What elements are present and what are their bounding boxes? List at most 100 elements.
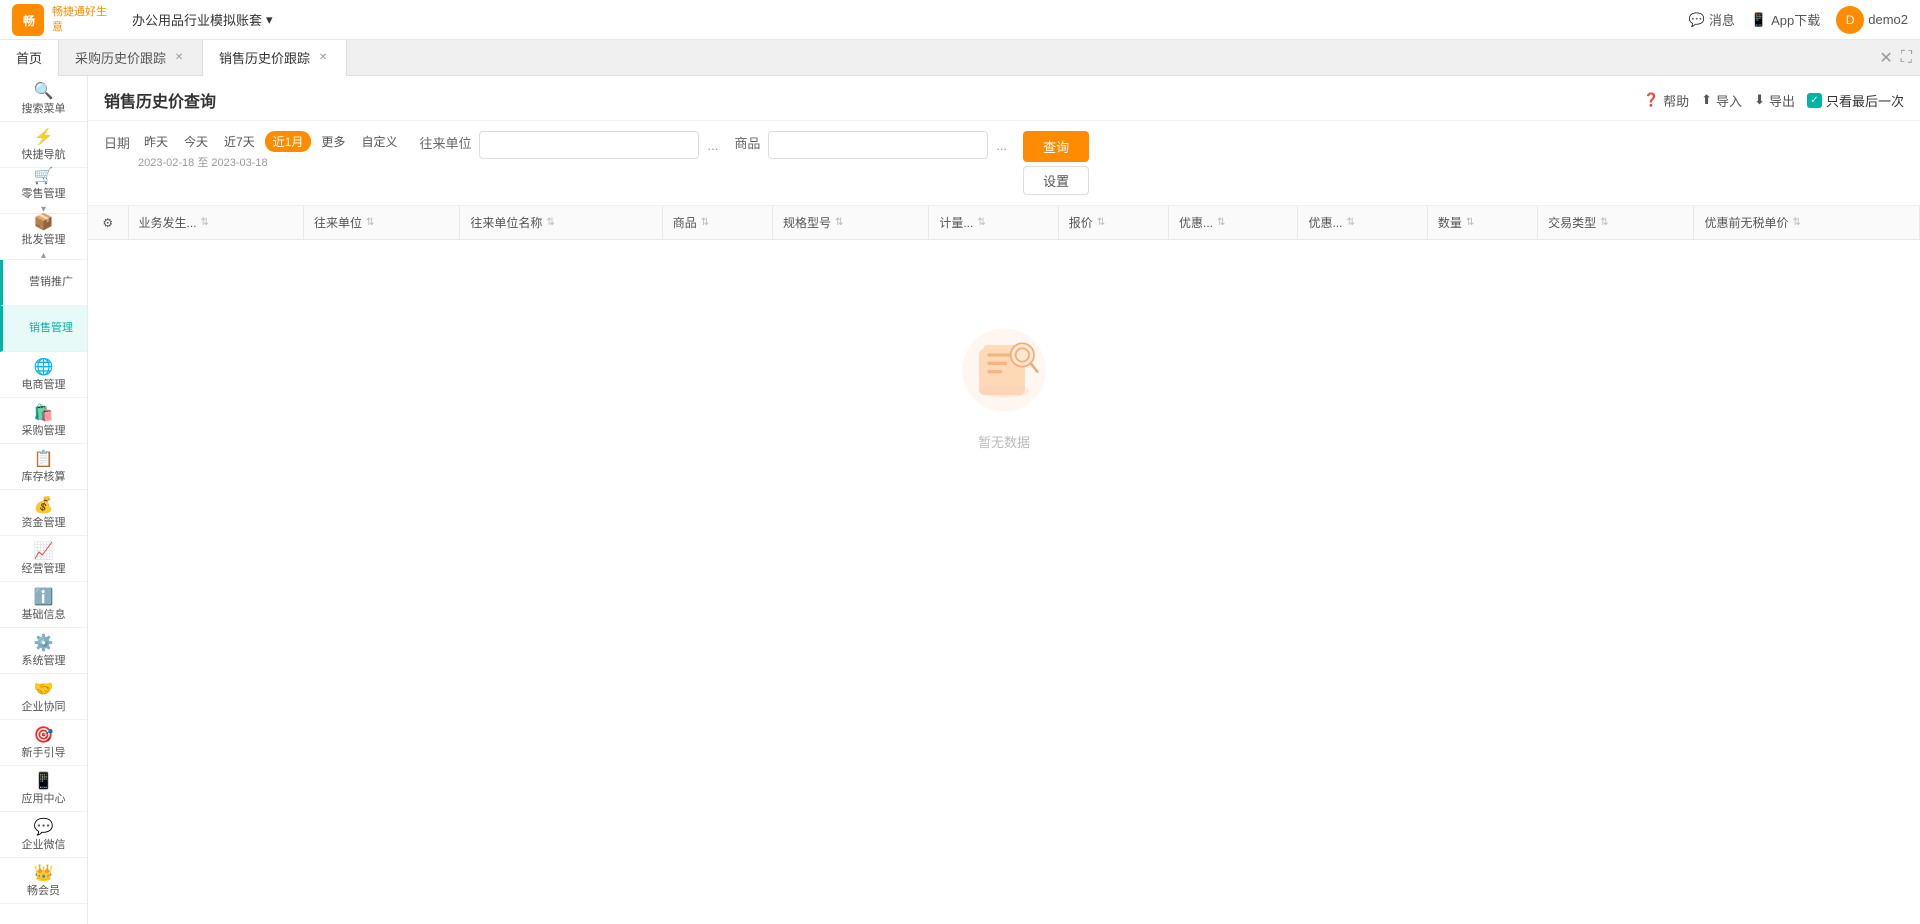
th-quantity[interactable]: 数量 ⇅ bbox=[1427, 206, 1537, 240]
filter-btn-more[interactable]: 更多 bbox=[315, 131, 351, 152]
only-last-checkbox-area[interactable]: ✓ 只看最后一次 bbox=[1807, 91, 1904, 110]
sidebar-item-search-menu[interactable]: 🔍 搜索菜单 bbox=[0, 76, 87, 122]
table-container: ⚙ 业务发生... ⇅ 往来单位 ⇅ bbox=[88, 206, 1920, 924]
main-layout: 🔍 搜索菜单 ⚡ 快捷导航 🛒 零售管理 ▾ 📦 批发管理 ▴ 营销推广 销售管… bbox=[0, 76, 1920, 924]
tab-sales-history[interactable]: 销售历史价跟踪 ✕ bbox=[203, 40, 347, 76]
svg-text:畅: 畅 bbox=[23, 13, 35, 28]
help-btn[interactable]: ❓ 帮助 bbox=[1643, 91, 1689, 110]
basic-info-icon: ℹ️ bbox=[34, 587, 54, 607]
purchase-icon: 🛍️ bbox=[34, 403, 54, 423]
date-filter-options: 昨天 今天 近7天 近1月 更多 自定义 2023-02-18 至 2023-0… bbox=[138, 131, 403, 170]
sort-icon-partner-name: ⇅ bbox=[546, 217, 554, 228]
operation-icon: 📈 bbox=[34, 541, 54, 561]
app-download-btn[interactable]: 📱 App下载 bbox=[1751, 10, 1820, 29]
tab-bar-right: ✕ ⛶ bbox=[1879, 48, 1920, 68]
only-last-checkbox[interactable]: ✓ bbox=[1807, 93, 1822, 108]
ecommerce-icon: 🌐 bbox=[34, 357, 54, 377]
message-btn[interactable]: 💬 消息 bbox=[1689, 10, 1735, 29]
message-icon: 💬 bbox=[1689, 12, 1705, 28]
product-filter-label: 商品 bbox=[734, 131, 760, 152]
query-button[interactable]: 查询 bbox=[1023, 131, 1089, 162]
import-btn[interactable]: ⬆ 导入 bbox=[1701, 91, 1742, 110]
close-all-tabs-btn[interactable]: ✕ bbox=[1879, 48, 1892, 68]
sidebar-item-new-guide[interactable]: 🎯 新手引导 bbox=[0, 720, 87, 766]
sidebar-item-enterprise-agree[interactable]: 🤝 企业协同 bbox=[0, 674, 87, 720]
th-partner-name[interactable]: 往来单位名称 ⇅ bbox=[460, 206, 662, 240]
partner-input-group: ... bbox=[479, 131, 718, 159]
sales-history-close-icon[interactable]: ✕ bbox=[316, 51, 330, 65]
inventory-icon: 📋 bbox=[34, 449, 54, 469]
sidebar-item-quick-nav[interactable]: ⚡ 快捷导航 bbox=[0, 122, 87, 168]
filter-btn-7days[interactable]: 近7天 bbox=[218, 131, 261, 152]
company-dropdown[interactable]: 办公用品行业模拟账套 ▾ bbox=[132, 10, 273, 29]
sidebar-item-wholesale-mgmt[interactable]: 📦 批发管理 ▴ bbox=[0, 214, 87, 260]
date-filter-label: 日期 bbox=[104, 131, 130, 152]
header-row: ⚙ 业务发生... ⇅ 往来单位 ⇅ bbox=[88, 206, 1920, 240]
sales-history-label: 销售历史价跟踪 bbox=[219, 48, 310, 67]
product-dots: ... bbox=[996, 138, 1007, 153]
sidebar-item-app-center[interactable]: 📱 应用中心 bbox=[0, 766, 87, 812]
sort-icon-quantity: ⇅ bbox=[1466, 217, 1474, 228]
content-area: 销售历史价查询 ❓ 帮助 ⬆ 导入 ⬇ 导出 ✓ 只看最后一次 bbox=[88, 76, 1920, 924]
sort-icon-discount1: ⇅ bbox=[1217, 217, 1225, 228]
sort-icon-trade-type: ⇅ bbox=[1600, 217, 1608, 228]
sidebar-item-sales-mgmt[interactable]: 销售管理 bbox=[0, 306, 87, 352]
guide-icon: 🎯 bbox=[34, 725, 54, 745]
header-right: 💬 消息 📱 App下载 D demo2 bbox=[1689, 6, 1908, 34]
quick-nav-icon: ⚡ bbox=[34, 127, 54, 147]
partner-dots: ... bbox=[707, 138, 718, 153]
sidebar-item-basic-info[interactable]: ℹ️ 基础信息 bbox=[0, 582, 87, 628]
sort-icon-quote: ⇅ bbox=[1097, 217, 1105, 228]
logo-area: 畅 畅捷通好生意 bbox=[12, 4, 112, 36]
wholesale-arrow-icon: ▴ bbox=[41, 250, 46, 261]
th-quote[interactable]: 报价 ⇅ bbox=[1058, 206, 1168, 240]
setting-button[interactable]: 设置 bbox=[1023, 166, 1089, 195]
sidebar-item-system-mgmt[interactable]: ⚙️ 系统管理 bbox=[0, 628, 87, 674]
th-pre-tax-price[interactable]: 优惠前无税单价 ⇅ bbox=[1694, 206, 1920, 240]
sidebar-item-vip-member[interactable]: 👑 畅会员 bbox=[0, 858, 87, 904]
filter-btn-yesterday[interactable]: 昨天 bbox=[138, 131, 174, 152]
header-center: 办公用品行业模拟账套 ▾ bbox=[112, 10, 1689, 29]
sidebar-item-enterprise-wechat[interactable]: 💬 企业微信 bbox=[0, 812, 87, 858]
sidebar-item-purchase-mgmt[interactable]: 🛍️ 采购管理 bbox=[0, 398, 87, 444]
sort-icon-spec: ⇅ bbox=[835, 217, 843, 228]
top-header: 畅 畅捷通好生意 办公用品行业模拟账套 ▾ 💬 消息 📱 App下载 D dem… bbox=[0, 0, 1920, 40]
sidebar-item-retail-mgmt[interactable]: 🛒 零售管理 ▾ bbox=[0, 168, 87, 214]
empty-text: 暂无数据 bbox=[978, 432, 1030, 451]
maximize-btn[interactable]: ⛶ bbox=[1901, 49, 1912, 67]
th-biz-date[interactable]: 业务发生... ⇅ bbox=[128, 206, 304, 240]
filter-btn-today[interactable]: 今天 bbox=[178, 131, 214, 152]
user-profile[interactable]: D demo2 bbox=[1836, 6, 1908, 34]
help-icon: ❓ bbox=[1643, 92, 1659, 108]
th-unit[interactable]: 计量... ⇅ bbox=[929, 206, 1058, 240]
tab-home[interactable]: 首页 bbox=[0, 40, 59, 76]
vip-icon: 👑 bbox=[34, 863, 54, 883]
partner-input[interactable] bbox=[479, 131, 699, 159]
data-table: ⚙ 业务发生... ⇅ 往来单位 ⇅ bbox=[88, 206, 1920, 240]
sort-icon-partner-code: ⇅ bbox=[366, 217, 374, 228]
partner-filter-group: 往来单位 ... bbox=[419, 131, 718, 159]
th-spec[interactable]: 规格型号 ⇅ bbox=[773, 206, 929, 240]
sidebar-item-inventory[interactable]: 📋 库存核算 bbox=[0, 444, 87, 490]
download-icon: 📱 bbox=[1751, 12, 1767, 28]
sidebar-item-finance-mgmt[interactable]: 💰 资金管理 bbox=[0, 490, 87, 536]
th-settings[interactable]: ⚙ bbox=[88, 206, 128, 240]
filter-btn-1month[interactable]: 近1月 bbox=[265, 131, 312, 152]
tab-purchase-history[interactable]: 采购历史价跟踪 ✕ bbox=[59, 40, 203, 76]
sidebar-item-ecommerce-mgmt[interactable]: 🌐 电商管理 bbox=[0, 352, 87, 398]
date-range-display: 2023-02-18 至 2023-03-18 bbox=[138, 154, 403, 170]
filter-btn-custom[interactable]: 自定义 bbox=[355, 131, 403, 152]
sidebar-item-operation-mgmt[interactable]: 📈 经营管理 bbox=[0, 536, 87, 582]
sort-icon-product: ⇅ bbox=[701, 217, 709, 228]
th-discount2[interactable]: 优惠... ⇅ bbox=[1298, 206, 1427, 240]
sidebar-item-marketing[interactable]: 营销推广 bbox=[0, 260, 87, 306]
page-title: 销售历史价查询 bbox=[104, 88, 216, 112]
product-input[interactable] bbox=[768, 131, 988, 159]
export-btn[interactable]: ⬇ 导出 bbox=[1754, 91, 1795, 110]
th-product[interactable]: 商品 ⇅ bbox=[662, 206, 772, 240]
th-discount1[interactable]: 优惠... ⇅ bbox=[1169, 206, 1298, 240]
th-trade-type[interactable]: 交易类型 ⇅ bbox=[1538, 206, 1694, 240]
purchase-history-close-icon[interactable]: ✕ bbox=[172, 51, 186, 65]
logo-icon: 畅 bbox=[12, 4, 44, 36]
th-partner-code[interactable]: 往来单位 ⇅ bbox=[304, 206, 460, 240]
